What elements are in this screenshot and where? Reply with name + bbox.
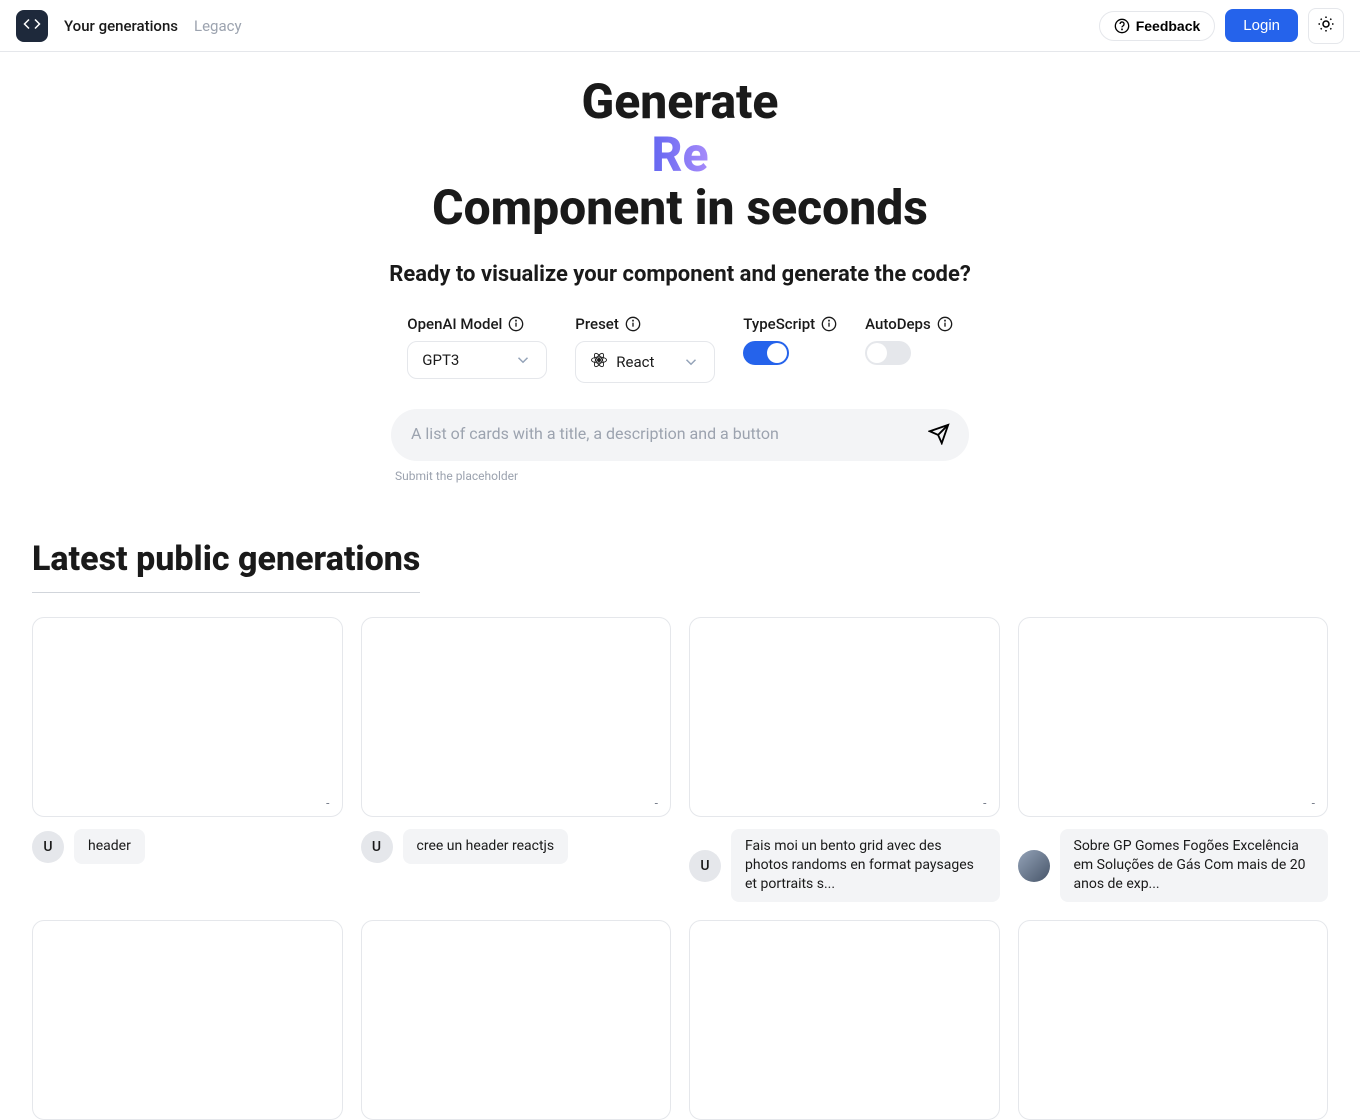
hero-line2: Re — [651, 126, 708, 183]
avatar[interactable] — [1018, 850, 1050, 882]
model-label: OpenAI Model — [407, 315, 524, 333]
feedback-label: Feedback — [1136, 18, 1201, 34]
app-logo[interactable] — [16, 10, 48, 42]
preset-label: Preset — [575, 315, 641, 333]
model-label-text: OpenAI Model — [407, 315, 502, 333]
prompt-hint[interactable]: Submit the placeholder — [395, 469, 969, 483]
typescript-toggle[interactable] — [743, 341, 789, 365]
info-icon[interactable] — [937, 316, 953, 332]
autodeps-label: AutoDeps — [865, 315, 953, 333]
nav-legacy[interactable]: Legacy — [194, 17, 242, 35]
preset-control: Preset React — [575, 315, 715, 383]
prompt-row: Submit the placeholder — [0, 409, 1360, 483]
generation-card[interactable]: - — [689, 617, 1000, 817]
card-caption[interactable]: Sobre GP Gomes Fogões Excelência em Solu… — [1060, 829, 1329, 902]
typescript-label: TypeScript — [743, 315, 837, 333]
card-caption-row: Sobre GP Gomes Fogões Excelência em Solu… — [1018, 829, 1329, 902]
chevron-down-icon — [682, 353, 700, 371]
login-button[interactable]: Login — [1225, 9, 1298, 42]
card-dash: - — [655, 796, 658, 810]
controls-row: OpenAI Model GPT3 Preset — [0, 315, 1360, 383]
card-dash: - — [326, 796, 329, 810]
preset-value: React — [616, 353, 654, 371]
card-dash: - — [1312, 796, 1315, 810]
info-icon[interactable] — [821, 316, 837, 332]
generation-card[interactable] — [32, 920, 343, 1120]
section-title: Latest public generations — [32, 539, 420, 593]
hero-subtitle: Ready to visualize your component and ge… — [0, 262, 1360, 287]
info-icon[interactable] — [625, 316, 641, 332]
header-right: Feedback Login — [1099, 8, 1344, 44]
app-header: Your generations Legacy Feedback Login — [0, 0, 1360, 52]
generation-card[interactable] — [689, 920, 1000, 1120]
typescript-control: TypeScript — [743, 315, 837, 365]
hero: Generate Re Component in seconds Ready t… — [0, 52, 1360, 499]
typescript-label-text: TypeScript — [743, 315, 815, 333]
avatar[interactable]: U — [32, 831, 64, 863]
preset-label-text: Preset — [575, 315, 619, 333]
hero-line3: Component in seconds — [432, 179, 928, 236]
info-icon[interactable] — [508, 316, 524, 332]
hero-line1: Generate — [582, 73, 779, 130]
send-icon — [928, 423, 950, 448]
preset-left: React — [590, 351, 654, 373]
card-caption-row: U cree un header reactjs — [361, 829, 672, 864]
theme-toggle-button[interactable] — [1308, 8, 1344, 44]
card-caption-row: U header — [32, 829, 343, 864]
card-caption[interactable]: header — [74, 829, 145, 864]
model-value: GPT3 — [422, 351, 459, 369]
help-circle-icon — [1114, 18, 1130, 34]
feedback-button[interactable]: Feedback — [1099, 11, 1216, 41]
model-control: OpenAI Model GPT3 — [407, 315, 547, 379]
autodeps-toggle[interactable] — [865, 341, 911, 365]
header-left: Your generations Legacy — [16, 10, 242, 42]
generations-grid: - U header - U cree un header reactjs - … — [0, 593, 1360, 902]
generation-card[interactable] — [1018, 920, 1329, 1120]
card-caption-row: U Fais moi un bento grid avec des photos… — [689, 829, 1000, 902]
generation-card[interactable]: - — [1018, 617, 1329, 817]
prompt-input[interactable] — [411, 416, 919, 454]
autodeps-control: AutoDeps — [865, 315, 953, 365]
card-dash: - — [983, 796, 986, 810]
code-icon — [23, 15, 41, 37]
generation-card[interactable]: - — [361, 617, 672, 817]
card-caption[interactable]: Fais moi un bento grid avec des photos r… — [731, 829, 1000, 902]
generation-card[interactable] — [361, 920, 672, 1120]
model-select[interactable]: GPT3 — [407, 341, 547, 379]
send-button[interactable] — [919, 415, 959, 455]
nav-your-generations[interactable]: Your generations — [64, 17, 178, 35]
chevron-down-icon — [514, 351, 532, 369]
generations-grid-row2 — [0, 902, 1360, 1120]
react-icon — [590, 351, 608, 373]
hero-title: Generate Re Component in seconds — [0, 76, 1360, 234]
preset-select[interactable]: React — [575, 341, 715, 383]
prompt-wrap: Submit the placeholder — [391, 409, 969, 483]
avatar[interactable]: U — [689, 850, 721, 882]
avatar[interactable]: U — [361, 831, 393, 863]
autodeps-label-text: AutoDeps — [865, 315, 931, 333]
generation-card[interactable]: - — [32, 617, 343, 817]
sun-icon — [1317, 15, 1335, 36]
card-caption[interactable]: cree un header reactjs — [403, 829, 569, 864]
prompt-box — [391, 409, 969, 461]
